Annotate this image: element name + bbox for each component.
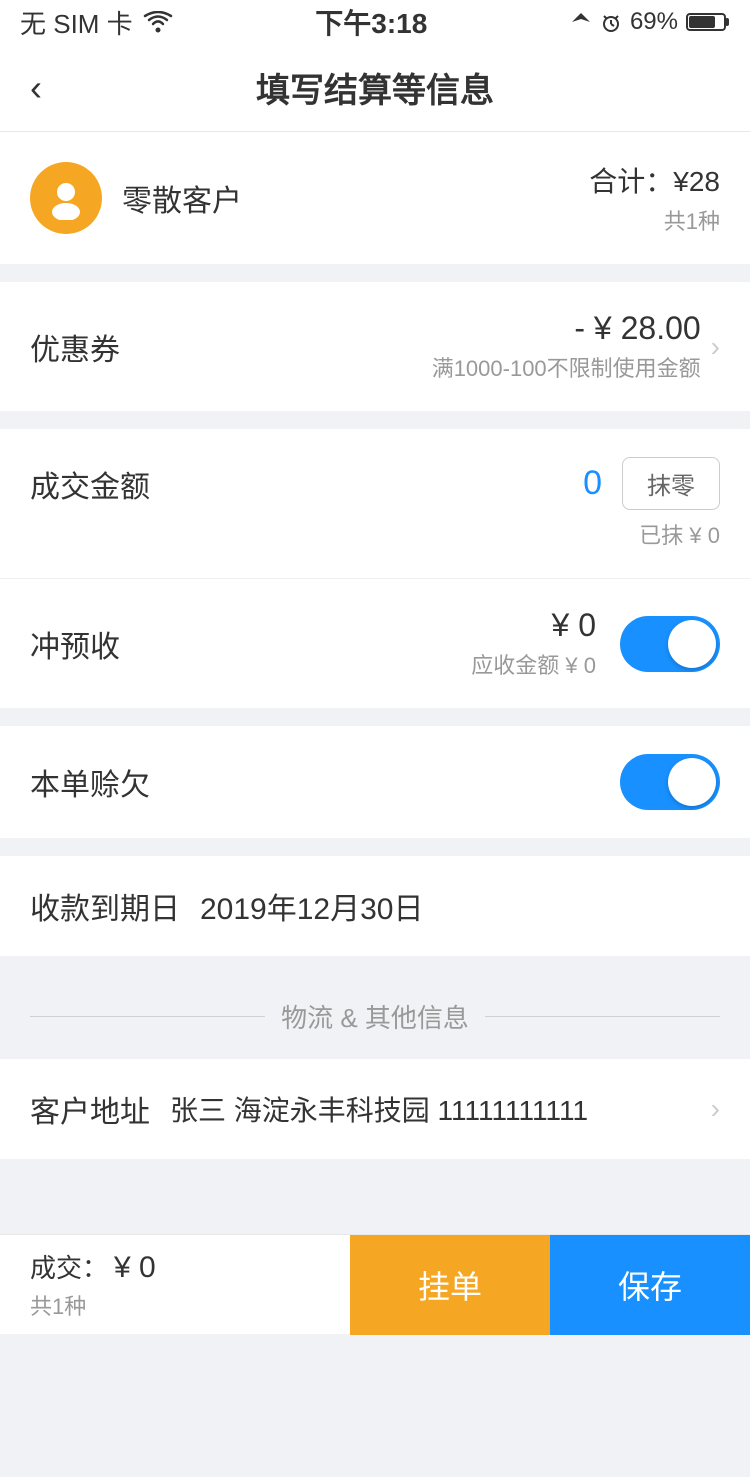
debt-section: 本单赊欠 (0, 726, 750, 838)
chevron-right-icon: › (711, 331, 720, 363)
customer-name: 零散客户 (122, 176, 242, 220)
address-left: 客户地址 张三 海淀永丰科技园 11111111111 (30, 1087, 588, 1131)
debt-toggle-knob (668, 758, 716, 806)
logistics-divider: 物流 & 其他信息 (0, 974, 750, 1059)
prepay-right: ¥ 0 应收金额 ¥ 0 (471, 607, 720, 680)
prepay-label: 冲预收 (30, 622, 120, 666)
wifi-icon (143, 11, 173, 33)
customer-left: 零散客户 (30, 162, 242, 234)
duedate-section: 收款到期日 2019年12月30日 (0, 856, 750, 956)
total-amount: 合计：¥28 (589, 160, 720, 200)
coupon-info: - ¥ 28.00 满1000-100不限制使用金额 (432, 310, 701, 383)
bottom-bar: 成交： ¥ 0 共1种 挂单 保存 (0, 1234, 750, 1334)
divider-line-left (30, 1016, 265, 1017)
address-section[interactable]: 客户地址 张三 海淀永丰科技园 11111111111 › (0, 1059, 750, 1159)
status-left: 无 SIM 卡 (20, 4, 173, 41)
divider-line-right (485, 1016, 720, 1017)
duedate-label: 收款到期日 (30, 884, 180, 928)
no-sim-label: 无 SIM 卡 (20, 4, 133, 41)
prepay-main-amount: ¥ 0 (471, 607, 596, 644)
coupon-right: - ¥ 28.00 满1000-100不限制使用金额 › (432, 310, 720, 383)
round-button[interactable]: 抹零 (622, 457, 720, 510)
status-bar: 无 SIM 卡 下午3:18 69% (0, 0, 750, 44)
amount-value[interactable]: 0 (583, 464, 602, 503)
total-count: 共1种 (589, 204, 720, 236)
page-title: 填写结算等信息 (256, 63, 494, 112)
prepay-row: 冲预收 ¥ 0 应收金额 ¥ 0 (0, 579, 750, 708)
debt-toggle[interactable] (620, 754, 720, 810)
bottom-deal-label: 成交： (30, 1248, 108, 1285)
amount-top: 成交金额 0 抹零 (30, 457, 720, 510)
amount-label: 成交金额 (30, 462, 150, 506)
duedate-row: 收款到期日 2019年12月30日 (30, 884, 720, 928)
toggle-knob (668, 620, 716, 668)
prepay-sub-amount: 应收金额 ¥ 0 (471, 648, 596, 680)
user-icon (44, 176, 88, 220)
coupon-label: 优惠券 (30, 325, 120, 369)
bottom-count: 共1种 (30, 1289, 320, 1321)
alarm-icon (600, 11, 622, 33)
duedate-value[interactable]: 2019年12月30日 (200, 884, 423, 928)
battery-percent: 69% (630, 8, 678, 36)
location-icon (570, 11, 592, 33)
debt-row: 本单赊欠 (30, 754, 720, 810)
bottom-spacer (0, 1377, 750, 1477)
coupon-section[interactable]: 优惠券 - ¥ 28.00 满1000-100不限制使用金额 › (0, 282, 750, 411)
back-button[interactable]: ‹ (30, 67, 42, 109)
customer-summary: 合计：¥28 共1种 (589, 160, 720, 236)
coupon-desc: 满1000-100不限制使用金额 (432, 351, 701, 383)
status-right: 69% (570, 8, 730, 36)
battery-icon (686, 11, 730, 33)
nav-bar: ‹ 填写结算等信息 (0, 44, 750, 132)
prepay-amounts: ¥ 0 应收金额 ¥ 0 (471, 607, 596, 680)
hang-order-button[interactable]: 挂单 (350, 1235, 550, 1335)
status-time: 下午3:18 (315, 2, 427, 42)
bottom-deal-amount: ¥ 0 (114, 1251, 156, 1285)
avatar (30, 162, 102, 234)
amount-row: 成交金额 0 抹零 已抹 ¥ 0 (0, 429, 750, 579)
debt-label: 本单赊欠 (30, 760, 150, 804)
address-chevron-icon: › (711, 1093, 720, 1125)
address-label: 客户地址 (30, 1087, 150, 1131)
coupon-discount: - ¥ 28.00 (432, 310, 701, 347)
amount-sub: 已抹 ¥ 0 (30, 518, 720, 550)
amount-value-area: 0 抹零 (583, 457, 720, 510)
logistics-label: 物流 & 其他信息 (281, 998, 469, 1035)
save-button[interactable]: 保存 (550, 1235, 750, 1335)
prepay-top: 冲预收 ¥ 0 应收金额 ¥ 0 (30, 607, 720, 680)
transaction-section: 成交金额 0 抹零 已抹 ¥ 0 冲预收 ¥ 0 应收金额 ¥ 0 (0, 429, 750, 708)
bottom-info: 成交： ¥ 0 共1种 (0, 1248, 350, 1321)
prepay-toggle[interactable] (620, 616, 720, 672)
address-value: 张三 海淀永丰科技园 11111111111 (170, 1089, 588, 1129)
customer-section: 零散客户 合计：¥28 共1种 (0, 132, 750, 264)
